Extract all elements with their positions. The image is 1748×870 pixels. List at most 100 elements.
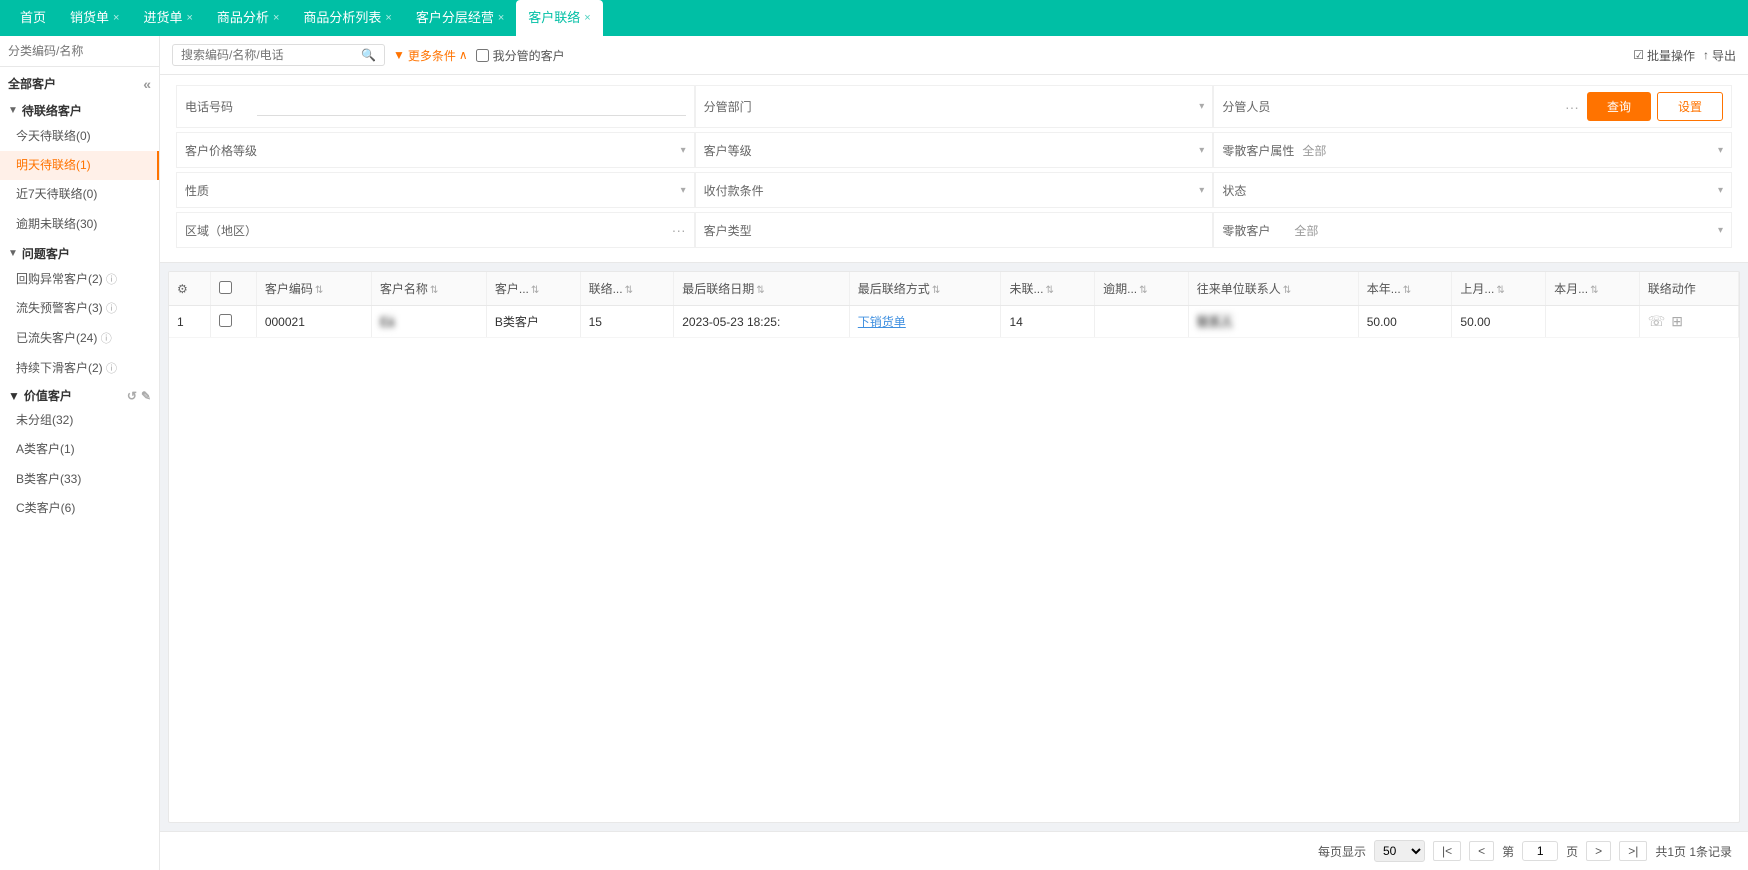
sort-icon[interactable]: ⇅ bbox=[315, 285, 323, 296]
sidebar-item-churn-warning[interactable]: 流失预警客户(3) ⓘ bbox=[0, 294, 159, 324]
filter-person: 分管人员 ··· 查询 设置 bbox=[1213, 85, 1732, 128]
th-checkbox[interactable] bbox=[211, 272, 257, 306]
page-size-select[interactable]: 50 100 200 bbox=[1374, 840, 1425, 862]
nav-product-analysis[interactable]: 商品分析 × bbox=[205, 0, 291, 36]
table-header-row: ⚙ 客户编码⇅ 客户名称⇅ 客户...⇅ 联络...⇅ 最后联络日期⇅ 最后联络… bbox=[169, 272, 1739, 306]
refresh-icon[interactable]: ↺ bbox=[127, 389, 137, 403]
sidebar-item-tomorrow-contact[interactable]: 明天待联络(1) bbox=[0, 151, 159, 180]
payment-select[interactable]: ▾ bbox=[776, 185, 1205, 196]
select-all-checkbox[interactable] bbox=[219, 281, 232, 294]
sort-icon[interactable]: ⇅ bbox=[430, 285, 438, 296]
th-code: 客户编码⇅ bbox=[256, 272, 371, 306]
nav-customer-segment[interactable]: 客户分层经营 × bbox=[404, 0, 516, 36]
sidebar-item-overdue-contact[interactable]: 逾期未联络(30) bbox=[0, 210, 159, 239]
chevron-down-icon: ▾ bbox=[1199, 145, 1204, 156]
sidebar-item-a-class[interactable]: A类客户(1) bbox=[0, 435, 159, 464]
nav-customer-contact[interactable]: 客户联络 × bbox=[516, 0, 602, 36]
th-gear[interactable]: ⚙ bbox=[169, 272, 211, 306]
more-options-icon[interactable]: ··· bbox=[672, 222, 686, 238]
last-page-button[interactable]: >| bbox=[1619, 841, 1647, 861]
nature-select[interactable]: ▾ bbox=[257, 185, 686, 196]
all-customers-title: 全部客户 « bbox=[0, 67, 159, 96]
nav-product-analysis-list[interactable]: 商品分析列表 × bbox=[291, 0, 403, 36]
td-index: 1 bbox=[169, 306, 211, 338]
first-page-button[interactable]: |< bbox=[1433, 841, 1461, 861]
sort-icon[interactable]: ⇅ bbox=[1139, 285, 1147, 296]
sort-icon[interactable]: ⇅ bbox=[1283, 285, 1291, 296]
grid-action-icon[interactable]: ⊞ bbox=[1671, 313, 1683, 330]
sidebar-item-repurchase-abnormal[interactable]: 回购异常客户(2) ⓘ bbox=[0, 265, 159, 295]
filter-icon: ▼ bbox=[393, 48, 405, 62]
content-area: 🔍 ▼ 更多条件 ∧ 我分管的客户 ☑ 批量操作 ↑ 导出 bbox=[160, 36, 1748, 870]
sales-order-link[interactable]: 下销货单 bbox=[858, 315, 906, 329]
sidebar-item-churned[interactable]: 已流失客户(24) ⓘ bbox=[0, 324, 159, 354]
close-icon[interactable]: × bbox=[584, 0, 590, 36]
filter-customer-grade: 客户等级 ▾ bbox=[695, 132, 1214, 168]
table-body: 1 000021 Ea B类客户 15 2023-05-23 18:25: 下销… bbox=[169, 306, 1739, 338]
td-this-month bbox=[1546, 306, 1640, 338]
filter-retail-customer: 零散客户 全部 ▾ bbox=[1213, 212, 1732, 248]
th-contact-person: 往来单位联系人⇅ bbox=[1188, 272, 1358, 306]
my-customers-checkbox[interactable] bbox=[476, 49, 489, 62]
sidebar-item-7days-contact[interactable]: 近7天待联络(0) bbox=[0, 180, 159, 209]
close-icon[interactable]: × bbox=[186, 0, 192, 36]
export-button[interactable]: ↑ 导出 bbox=[1703, 47, 1736, 64]
sort-icon[interactable]: ⇅ bbox=[531, 285, 539, 296]
sidebar-item-b-class[interactable]: B类客户(33) bbox=[0, 465, 159, 494]
next-page-button[interactable]: > bbox=[1586, 841, 1611, 861]
more-options-icon[interactable]: ··· bbox=[1565, 99, 1579, 115]
sort-icon[interactable]: ⇅ bbox=[1590, 285, 1598, 296]
sort-icon[interactable]: ⇅ bbox=[1496, 285, 1504, 296]
search-input[interactable] bbox=[181, 48, 361, 62]
phone-input[interactable] bbox=[257, 97, 686, 116]
filter-customer-type: 客户类型 bbox=[695, 212, 1214, 248]
sidebar-search-input[interactable] bbox=[8, 44, 160, 58]
chevron-down-icon: ▾ bbox=[1199, 185, 1204, 196]
retail-customer-select[interactable]: 全部 ▾ bbox=[1294, 222, 1723, 239]
more-filters-button[interactable]: ▼ 更多条件 ∧ bbox=[393, 47, 468, 64]
sort-icon[interactable]: ⇅ bbox=[625, 285, 633, 296]
dept-select[interactable]: ▾ bbox=[776, 101, 1205, 112]
close-icon[interactable]: × bbox=[273, 0, 279, 36]
customer-grade-select[interactable]: ▾ bbox=[776, 145, 1205, 156]
sort-icon[interactable]: ⇅ bbox=[1403, 285, 1411, 296]
query-button[interactable]: 查询 bbox=[1587, 92, 1651, 121]
sidebar-item-c-class[interactable]: C类客户(6) bbox=[0, 494, 159, 523]
sidebar: 🔍 全部客户 « ▼ 待联络客户 今天待联络(0) 明天待联络(1) 近7天待联… bbox=[0, 36, 160, 870]
chevron-down-icon: ▾ bbox=[681, 185, 686, 196]
page-number-input[interactable] bbox=[1522, 841, 1558, 861]
th-overdue: 逾期...⇅ bbox=[1095, 272, 1189, 306]
status-select[interactable]: ▾ bbox=[1294, 185, 1723, 196]
top-navigation: 首页 销货单 × 进货单 × 商品分析 × 商品分析列表 × 客户分层经营 × … bbox=[0, 0, 1748, 36]
row-checkbox[interactable] bbox=[219, 314, 232, 327]
settings-icon[interactable]: ⚙ bbox=[177, 282, 188, 296]
edit-icon[interactable]: ✎ bbox=[141, 389, 151, 403]
search-icon[interactable]: 🔍 bbox=[361, 48, 376, 62]
th-name: 客户名称⇅ bbox=[371, 272, 486, 306]
sort-icon[interactable]: ⇅ bbox=[1045, 285, 1053, 296]
th-this-month: 本月...⇅ bbox=[1546, 272, 1640, 306]
nav-home[interactable]: 首页 bbox=[8, 0, 58, 36]
collapse-icon[interactable]: « bbox=[143, 76, 151, 92]
nav-sales-order[interactable]: 销货单 × bbox=[58, 0, 131, 36]
close-icon[interactable]: × bbox=[385, 0, 391, 36]
close-icon[interactable]: × bbox=[498, 0, 504, 36]
td-name: Ea bbox=[371, 306, 486, 338]
phone-action-icon[interactable]: ☏ bbox=[1648, 313, 1666, 330]
sort-icon[interactable]: ⇅ bbox=[932, 285, 940, 296]
action-icons: ☏ ⊞ bbox=[1648, 313, 1730, 330]
set-button[interactable]: 设置 bbox=[1657, 92, 1723, 121]
nav-purchase-order[interactable]: 进货单 × bbox=[131, 0, 204, 36]
batch-operation-button[interactable]: ☑ 批量操作 bbox=[1633, 47, 1695, 64]
td-checkbox[interactable] bbox=[211, 306, 257, 338]
filter-dept: 分管部门 ▾ bbox=[695, 85, 1214, 128]
close-icon[interactable]: × bbox=[113, 0, 119, 36]
retail-attr-select[interactable]: 全部 ▾ bbox=[1302, 142, 1723, 159]
sidebar-item-today-contact[interactable]: 今天待联络(0) bbox=[0, 122, 159, 151]
sort-icon[interactable]: ⇅ bbox=[756, 285, 764, 296]
sidebar-item-declining[interactable]: 持续下滑客户(2) ⓘ bbox=[0, 354, 159, 384]
grade-select[interactable]: ▾ bbox=[265, 145, 686, 156]
filter-row-3: 性质 ▾ 收付款条件 ▾ 状态 bbox=[176, 172, 1732, 208]
sidebar-item-ungrouped[interactable]: 未分组(32) bbox=[0, 406, 159, 435]
prev-page-button[interactable]: < bbox=[1469, 841, 1494, 861]
